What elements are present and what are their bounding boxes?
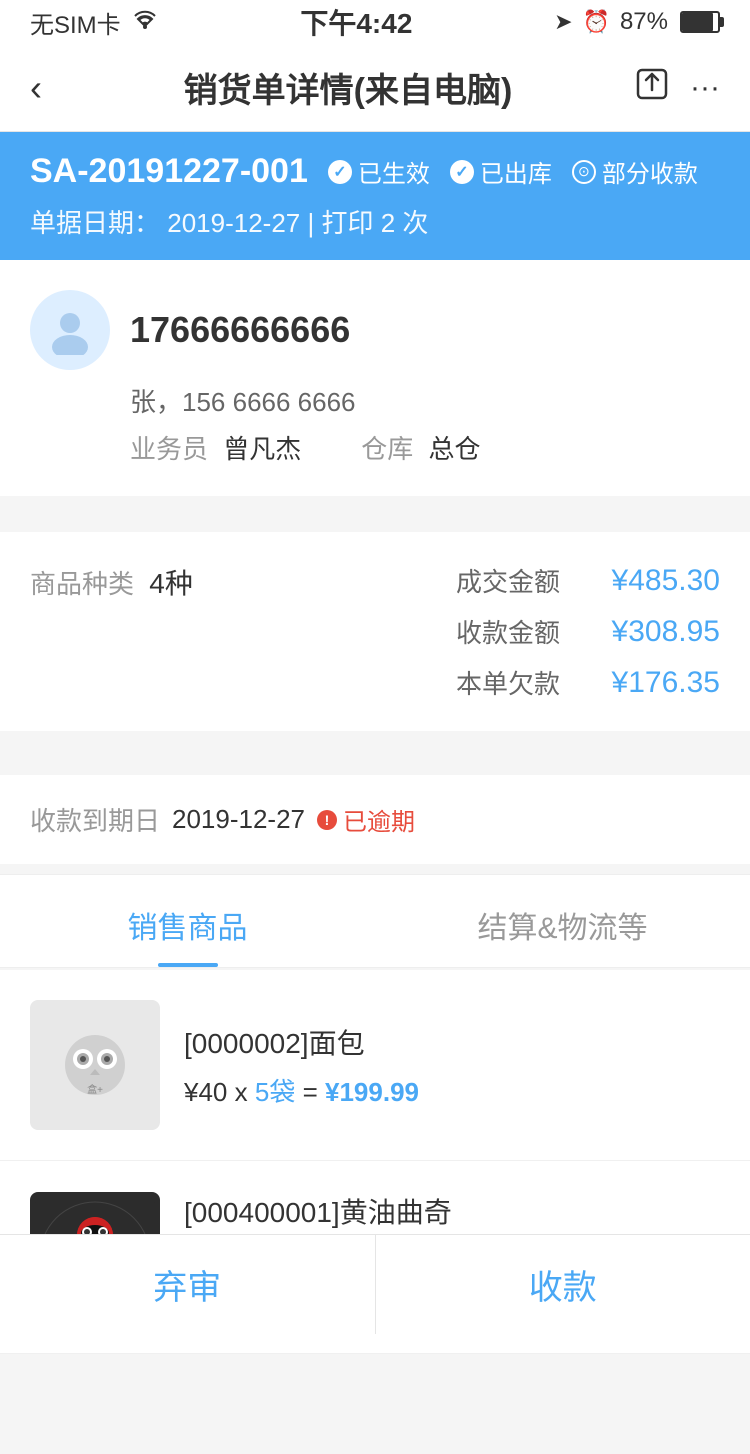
- sales-rep-label: 业务员: [130, 434, 208, 464]
- status-bar: 无SIM卡 下午4:42 ➤ ⏰ 87%: [0, 0, 750, 44]
- badge-effective: ✓ 已生效: [328, 154, 430, 189]
- product-price-1: ¥40 x 5袋 = ¥199.99: [184, 1072, 720, 1109]
- battery-icon: [680, 11, 720, 33]
- order-header: SA-20191227-001 ✓ 已生效 ✓ 已出库 ⊙ 部分收款 单据日期：…: [0, 132, 750, 260]
- alarm-icon: ⏰: [583, 9, 610, 35]
- page-title: 销货单详情(来自电脑): [62, 63, 634, 112]
- badge-partial-payment: ⊙ 部分收款: [572, 154, 698, 189]
- avatar: [30, 290, 110, 370]
- status-right: ➤ ⏰ 87%: [554, 8, 720, 36]
- due-label: 收款到期日: [30, 801, 160, 838]
- due-date-value: 2019-12-27: [172, 804, 305, 835]
- section-separator-1: [0, 516, 750, 532]
- share-button[interactable]: [634, 66, 670, 110]
- received-label: 收款金额: [456, 613, 560, 650]
- nav-actions: ···: [634, 66, 720, 110]
- stats-left: 商品种类 4种: [30, 562, 193, 602]
- order-date-row: 单据日期： 2019-12-27 | 打印 2 次: [30, 203, 720, 240]
- stats-right: 成交金额 ¥485.30 收款金额 ¥308.95 本单欠款 ¥176.35: [456, 562, 720, 701]
- location-icon: ➤: [554, 9, 572, 35]
- product-item-1: 盒+ [0000002]面包 ¥40 x 5袋 = ¥199.99: [0, 970, 750, 1161]
- collect-payment-button[interactable]: 收款: [376, 1235, 750, 1334]
- tabs-section: 销售商品 结算&物流等: [0, 874, 750, 968]
- product-total-1: ¥199.99: [325, 1077, 419, 1107]
- owed-label: 本单欠款: [456, 664, 560, 701]
- stat-row-owed: 本单欠款 ¥176.35: [456, 664, 720, 701]
- tab-sales-products[interactable]: 销售商品: [0, 875, 375, 967]
- status-left: 无SIM卡: [30, 5, 159, 40]
- badge-shipped: ✓ 已出库: [450, 154, 552, 189]
- product-name-2: [000400001]黄油曲奇: [184, 1191, 720, 1231]
- received-value: ¥308.95: [580, 615, 720, 649]
- check-icon-2: ✓: [450, 160, 474, 184]
- customer-meta: 业务员 曾凡杰 仓库 总仓: [30, 429, 720, 466]
- bottom-spacer: [0, 1354, 750, 1454]
- product-qty-1: 5袋: [255, 1077, 303, 1107]
- battery-label: 87%: [620, 8, 668, 36]
- wifi-icon: [131, 8, 159, 37]
- product-thumb-1: 盒+: [30, 1000, 160, 1130]
- overdue-icon: !: [317, 810, 337, 830]
- stat-row-received: 收款金额 ¥308.95: [456, 613, 720, 650]
- status-time: 下午4:42: [300, 2, 412, 42]
- stat-row-amount: 成交金额 ¥485.30: [456, 562, 720, 599]
- clock-icon: ⊙: [572, 160, 596, 184]
- customer-name-phone: 张，156 6666 6666: [30, 382, 720, 419]
- amount-value: ¥485.30: [580, 564, 720, 598]
- order-id: SA-20191227-001: [30, 152, 308, 191]
- owed-value: ¥176.35: [580, 666, 720, 700]
- type-value: 4种: [149, 568, 193, 599]
- reject-review-button[interactable]: 弃审: [0, 1235, 376, 1334]
- nav-bar: ‹ 销货单详情(来自电脑) ···: [0, 44, 750, 132]
- section-separator-2: [0, 751, 750, 767]
- tab-settlement-logistics[interactable]: 结算&物流等: [375, 875, 750, 967]
- type-label: 商品种类: [30, 569, 134, 599]
- product-info-1: [0000002]面包 ¥40 x 5袋 = ¥199.99: [184, 1022, 720, 1109]
- warehouse-label: 仓库: [361, 434, 413, 464]
- back-button[interactable]: ‹: [30, 67, 62, 109]
- due-section: 收款到期日 2019-12-27 ! 已逾期: [0, 767, 750, 864]
- bottom-bar: 弃审 收款: [0, 1234, 750, 1334]
- carrier-label: 无SIM卡: [30, 5, 121, 40]
- customer-section: 17666666666 张，156 6666 6666 业务员 曾凡杰 仓库 总…: [0, 260, 750, 496]
- amount-label: 成交金额: [456, 562, 560, 599]
- check-icon-1: ✓: [328, 160, 352, 184]
- stats-section: 商品种类 4种 成交金额 ¥485.30 收款金额 ¥308.95 本单欠款 ¥…: [0, 532, 750, 731]
- warehouse-value: 总仓: [429, 434, 481, 464]
- customer-id: 17666666666: [130, 309, 350, 351]
- product-name-1: [0000002]面包: [184, 1022, 720, 1062]
- overdue-badge: ! 已逾期: [317, 802, 415, 837]
- svg-text:盒+: 盒+: [87, 1083, 103, 1096]
- overdue-label: 已逾期: [343, 802, 415, 837]
- more-button[interactable]: ···: [690, 71, 720, 105]
- sales-rep-value: 曾凡杰: [223, 434, 301, 464]
